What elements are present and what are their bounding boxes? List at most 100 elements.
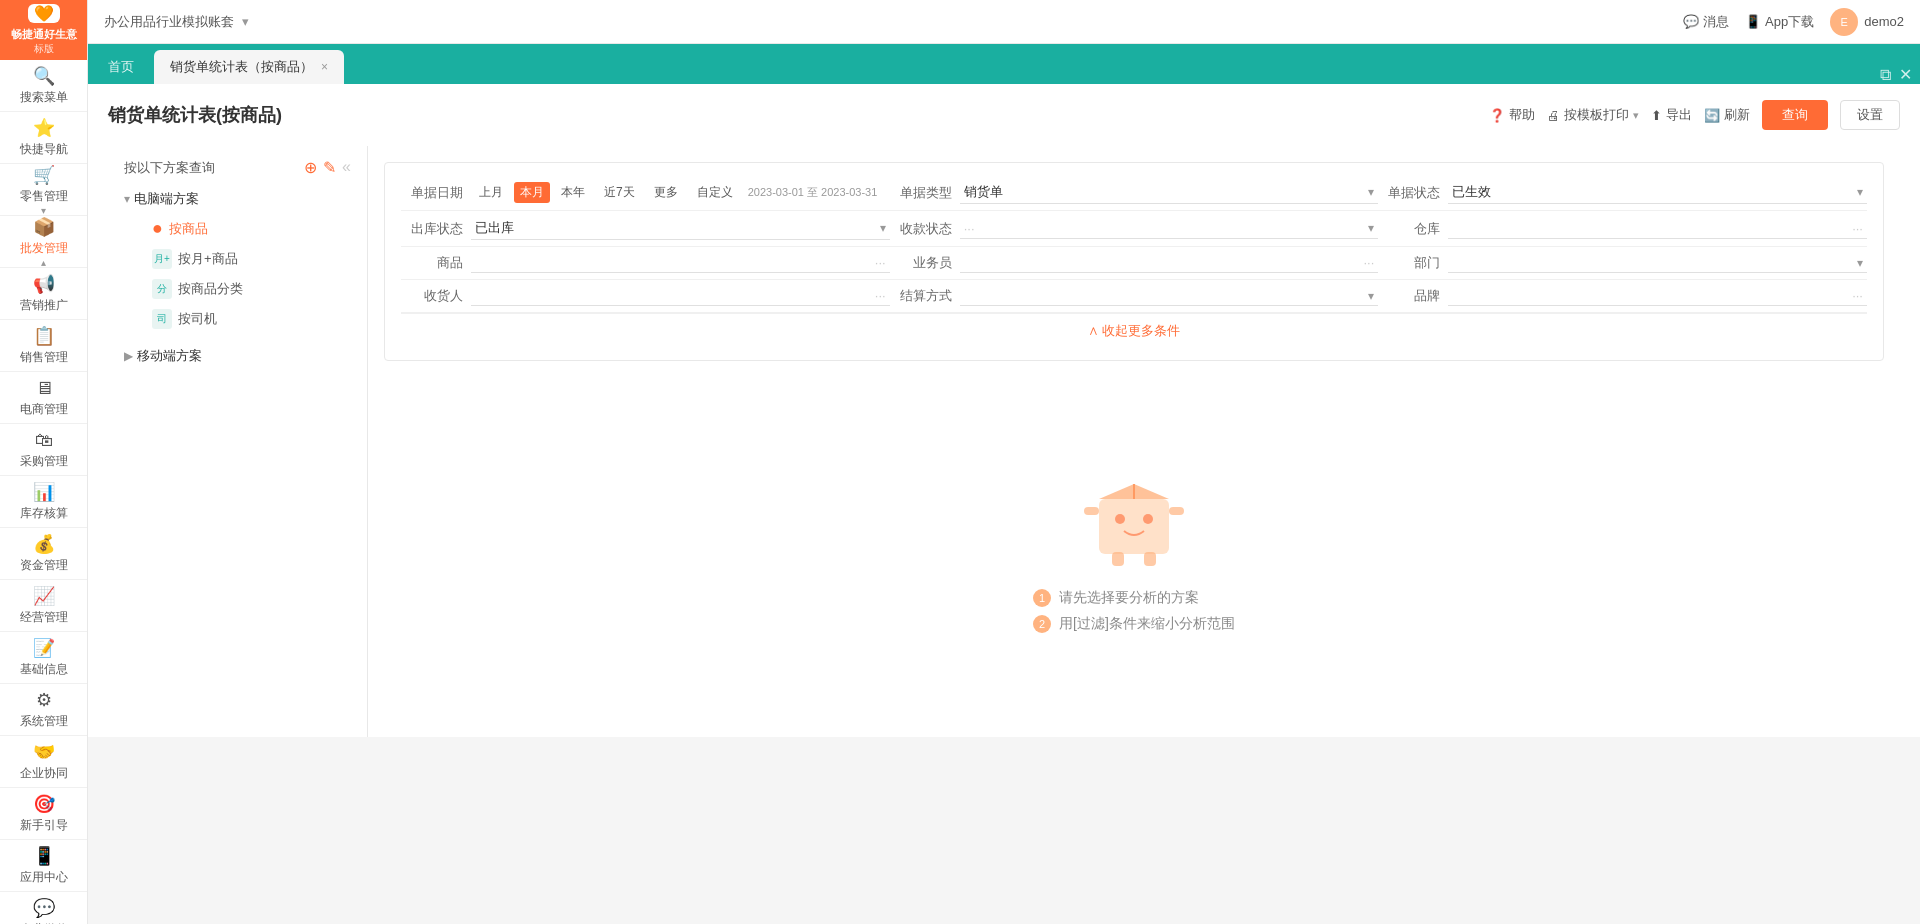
- tree-toggle-desktop[interactable]: ▾: [124, 192, 130, 206]
- empty-state: 1 请先选择要分析的方案 2 用[过滤]条件来缩小分析范围: [384, 369, 1884, 721]
- tree-item-goods-category[interactable]: 分 按商品分类: [116, 274, 359, 304]
- sidebar-item-label: 零售管理: [20, 188, 68, 205]
- goods-control[interactable]: ···: [471, 253, 890, 273]
- export-icon: ⬆: [1651, 108, 1662, 123]
- receiver-label: 收货人: [401, 287, 471, 305]
- receiver-control[interactable]: ···: [471, 286, 890, 306]
- sidebar-item-sales[interactable]: 📋 销售管理: [0, 320, 87, 372]
- doc-status-label: 单据状态: [1378, 184, 1448, 202]
- sidebar-item-system[interactable]: ⚙ 系统管理: [0, 684, 87, 736]
- settlement-label: 结算方式: [890, 287, 960, 305]
- goods-label: 按商品: [169, 220, 208, 238]
- tab-sales-stats[interactable]: 销货单统计表（按商品） ×: [154, 50, 344, 84]
- empty-tip-2: 2 用[过滤]条件来缩小分析范围: [1033, 615, 1235, 633]
- sidebar-item-basicinfo[interactable]: 📝 基础信息: [0, 632, 87, 684]
- edit-scheme-icon[interactable]: ✎: [323, 158, 336, 177]
- user-profile-button[interactable]: E demo2: [1830, 8, 1904, 36]
- sidebar-item-label: 新手引导: [20, 817, 68, 834]
- settlement-control[interactable]: ▾: [960, 287, 1379, 306]
- doc-status-value: 已生效: [1452, 183, 1491, 201]
- refresh-button[interactable]: 🔄 刷新: [1704, 106, 1750, 124]
- tree-item-month-goods[interactable]: 月+ 按月+商品: [116, 244, 359, 274]
- sidebar-item-appcenter[interactable]: 📱 应用中心: [0, 840, 87, 892]
- date-tab-this-month[interactable]: 本月: [514, 182, 550, 203]
- app-download-button[interactable]: 📱 App下载: [1745, 13, 1814, 31]
- salesperson-control[interactable]: ···: [960, 253, 1379, 273]
- purchase-icon: 🛍: [35, 430, 53, 451]
- brand-control[interactable]: ···: [1448, 286, 1867, 306]
- sidebar-item-guide[interactable]: 🎯 新手引导: [0, 788, 87, 840]
- empty-illustration: [1074, 449, 1194, 569]
- date-tab-last7[interactable]: 近7天: [596, 182, 643, 203]
- settings-button[interactable]: 设置: [1840, 100, 1900, 130]
- export-button[interactable]: ⬆ 导出: [1651, 106, 1692, 124]
- sidebar-item-collab[interactable]: 🤝 企业协同: [0, 736, 87, 788]
- system-icon: ⚙: [36, 689, 52, 711]
- wholesale-expand-arrow: ▴: [41, 257, 46, 268]
- sidebar-item-label: 批发管理: [20, 240, 68, 257]
- sidebar-item-corpwechat[interactable]: 💬 企业微信: [0, 892, 87, 924]
- goods-category-icon: 分: [152, 279, 172, 299]
- tree-item-driver[interactable]: 司 按司机: [116, 304, 359, 334]
- sidebar-item-ecommerce[interactable]: 🖥 电商管理: [0, 372, 87, 424]
- brand-cell: 品牌 ···: [1378, 280, 1867, 313]
- empty-tip-1: 1 请先选择要分析的方案: [1033, 589, 1235, 607]
- date-tab-more[interactable]: 更多: [646, 182, 686, 203]
- content-wrapper: 销货单统计表(按商品) ❓ 帮助 🖨 按模板打印 ▾ ⬆ 导出: [88, 84, 1920, 737]
- sidebar-item-wholesale[interactable]: 📦 批发管理 ▴: [0, 216, 87, 268]
- help-icon: ❓: [1489, 108, 1505, 123]
- doc-status-control[interactable]: 已生效 ▾: [1448, 181, 1867, 204]
- sidebar-item-purchase[interactable]: 🛍 采购管理: [0, 424, 87, 476]
- template-print-button[interactable]: 🖨 按模板打印 ▾: [1547, 106, 1639, 124]
- sidebar-item-label: 采购管理: [20, 453, 68, 470]
- sidebar-item-search[interactable]: 🔍 搜索菜单: [0, 60, 87, 112]
- date-tab-custom[interactable]: 自定义: [689, 182, 741, 203]
- breadcrumb-text: 办公用品行业模拟账套: [104, 13, 234, 31]
- date-filter-cell: 单据日期 上月 本月 本年 近7天 更多 自定义 2023-03-01 至 20…: [401, 175, 890, 211]
- collection-status-control[interactable]: ··· ▾: [960, 219, 1379, 239]
- tab-sales-stats-close[interactable]: ×: [321, 60, 328, 74]
- doc-status-arrow: ▾: [1857, 185, 1863, 199]
- sidebar-item-marketing[interactable]: 📢 营销推广: [0, 268, 87, 320]
- sidebar-item-finance[interactable]: 💰 资金管理: [0, 528, 87, 580]
- add-scheme-icon[interactable]: ⊕: [304, 158, 317, 177]
- warehouse-control[interactable]: ···: [1448, 219, 1867, 239]
- tree-toggle-mobile[interactable]: ▶: [124, 349, 133, 363]
- collapse-panel-icon[interactable]: «: [342, 158, 351, 177]
- tree-desktop-scheme[interactable]: ▾ 电脑端方案: [116, 185, 359, 213]
- tree-item-by-goods[interactable]: ● 按商品: [116, 213, 359, 244]
- messages-button[interactable]: 💬 消息: [1683, 13, 1729, 31]
- filter-row-1: 单据日期 上月 本月 本年 近7天 更多 自定义 2023-03-01 至 20…: [401, 175, 1867, 211]
- breadcrumb-arrow[interactable]: ▾: [242, 14, 249, 29]
- tab-bar: 首页 销货单统计表（按商品） × ⧉ ✕: [88, 44, 1920, 84]
- brand-label: 品牌: [1378, 287, 1448, 305]
- collapse-filters-button[interactable]: ∧ 收起更多条件: [401, 313, 1867, 348]
- sidebar-item-retail[interactable]: 🛒 零售管理 ▾: [0, 164, 87, 216]
- refresh-label: 刷新: [1724, 106, 1750, 124]
- department-control[interactable]: ▾: [1448, 254, 1867, 273]
- receiver-dots: ···: [875, 288, 886, 303]
- tree-mobile-scheme[interactable]: ▶ 移动端方案: [116, 342, 359, 370]
- help-label: 帮助: [1509, 106, 1535, 124]
- warehouse-status-control[interactable]: 已出库 ▾: [471, 217, 890, 240]
- sidebar-item-operations[interactable]: 📈 经营管理: [0, 580, 87, 632]
- query-button[interactable]: 查询: [1762, 100, 1828, 130]
- doc-status-cell: 单据状态 已生效 ▾: [1378, 175, 1867, 211]
- help-button[interactable]: ❓ 帮助: [1489, 106, 1535, 124]
- doc-type-control[interactable]: 销货单 ▾: [960, 181, 1379, 204]
- print-icon: 🖨: [1547, 108, 1560, 123]
- tab-restore-icon[interactable]: ⧉: [1880, 66, 1891, 84]
- basicinfo-icon: 📝: [33, 637, 55, 659]
- panel-title: 按以下方案查询 ⊕ ✎ «: [116, 158, 359, 177]
- search-icon: 🔍: [33, 65, 55, 87]
- sidebar-item-quicknav[interactable]: ⭐ 快捷导航: [0, 112, 87, 164]
- date-tab-last-month[interactable]: 上月: [471, 182, 511, 203]
- sidebar-item-inventory[interactable]: 📊 库存核算: [0, 476, 87, 528]
- tab-maximize-icon[interactable]: ✕: [1899, 65, 1912, 84]
- warehouse-dots: ···: [1852, 221, 1863, 236]
- template-print-arrow[interactable]: ▾: [1633, 109, 1639, 122]
- mobile-scheme-label: 移动端方案: [137, 347, 202, 365]
- guide-icon: 🎯: [33, 793, 55, 815]
- tab-home[interactable]: 首页: [92, 50, 150, 84]
- date-tab-this-year[interactable]: 本年: [553, 182, 593, 203]
